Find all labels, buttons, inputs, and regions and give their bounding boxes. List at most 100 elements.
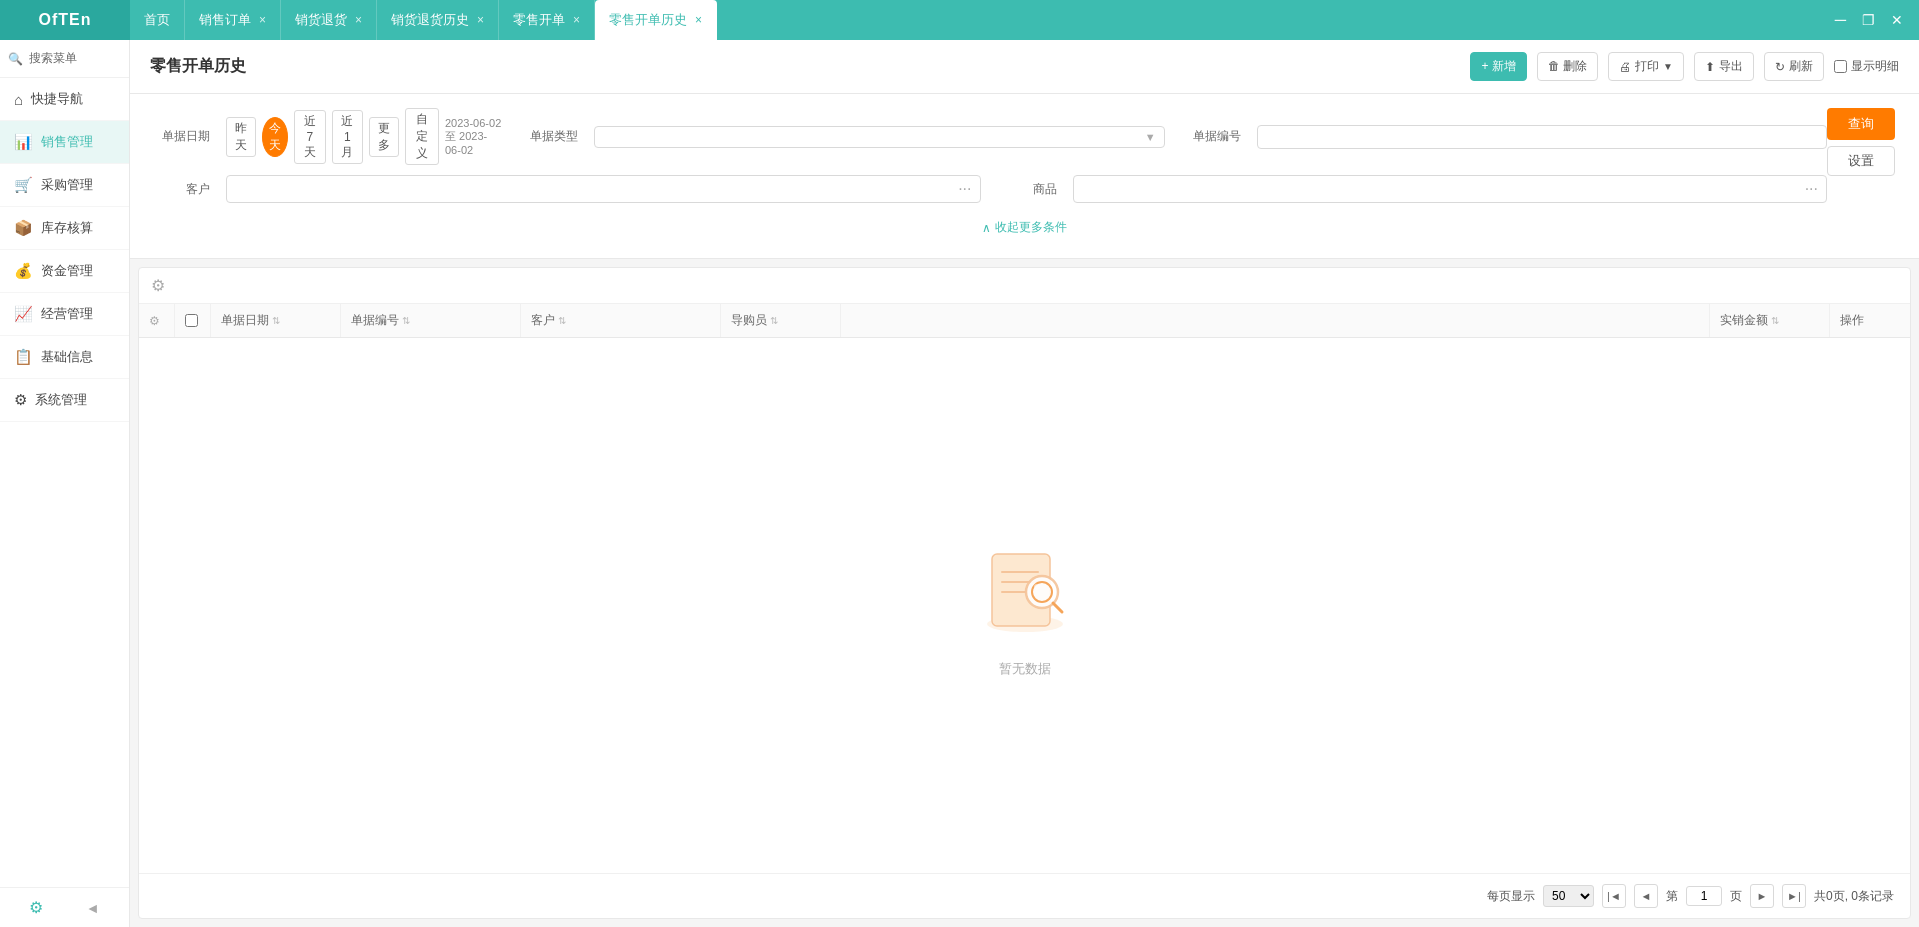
doc-type-select[interactable]: ▼ xyxy=(594,126,1164,148)
query-actions: 查询 设置 xyxy=(1827,108,1899,176)
sidebar-icon-quick-nav: ⌂ xyxy=(14,91,23,108)
col-label-actions: 操作 xyxy=(1840,312,1864,329)
delete-button[interactable]: 🗑 删除 xyxy=(1537,52,1598,81)
sidebar-item-operation[interactable]: 📈经营管理 xyxy=(0,293,129,336)
prev-page-btn[interactable]: ◄ xyxy=(1634,884,1658,908)
sidebar-bottom: ⚙ ◄ xyxy=(0,887,129,927)
tab-sales-return-history[interactable]: 销货退货历史× xyxy=(377,0,499,40)
sidebar-item-inventory[interactable]: 📦库存核算 xyxy=(0,207,129,250)
top-bar: OfTEn 首页销售订单×销货退货×销货退货历史×零售开单×零售开单历史× ─ … xyxy=(0,0,1919,40)
th-date[interactable]: 单据日期⇅ xyxy=(211,304,341,337)
tab-close-sales-return-history[interactable]: × xyxy=(477,13,484,27)
sidebar-item-basic-info[interactable]: 📋基础信息 xyxy=(0,336,129,379)
sort-icon-guide[interactable]: ⇅ xyxy=(770,315,778,326)
tab-close-retail-open-history[interactable]: × xyxy=(695,13,702,27)
sidebar-icon-finance: 💰 xyxy=(14,262,33,280)
col-label-customer: 客户 xyxy=(531,312,555,329)
next-page-btn[interactable]: ► xyxy=(1750,884,1774,908)
date-today-btn[interactable]: 今天 xyxy=(262,117,288,157)
tab-close-retail-open[interactable]: × xyxy=(573,13,580,27)
sort-icon-date[interactable]: ⇅ xyxy=(272,315,280,326)
tab-close-sales-return[interactable]: × xyxy=(355,13,362,27)
customer-dots[interactable]: ··· xyxy=(958,180,971,198)
collapse-sidebar-icon[interactable]: ◄ xyxy=(86,900,100,916)
setting-button[interactable]: 设置 xyxy=(1827,146,1895,176)
date-custom-btn[interactable]: 自定义 xyxy=(405,108,439,165)
date-yesterday-btn[interactable]: 昨天 xyxy=(226,117,256,157)
sort-icon-customer[interactable]: ⇅ xyxy=(558,315,566,326)
sidebar-item-sales-mgmt[interactable]: 📊销售管理 xyxy=(0,121,129,164)
th-no[interactable]: 单据编号⇅ xyxy=(341,304,521,337)
per-page-select[interactable]: 50 100 200 xyxy=(1543,885,1594,907)
tabs-container: 首页销售订单×销货退货×销货退货历史×零售开单×零售开单历史× xyxy=(130,0,717,40)
minimize-icon[interactable]: ─ xyxy=(1835,11,1846,29)
empty-illustration xyxy=(970,534,1080,644)
print-button[interactable]: 🖨 打印 ▼ xyxy=(1608,52,1684,81)
collapse-icon: ∧ xyxy=(982,221,991,235)
page-number-input[interactable] xyxy=(1686,886,1722,906)
last-page-btn[interactable]: ►| xyxy=(1782,884,1806,908)
query-button[interactable]: 查询 xyxy=(1827,108,1895,140)
sort-icon-no[interactable]: ⇅ xyxy=(402,315,410,326)
tab-close-sales-order[interactable]: × xyxy=(259,13,266,27)
th-spacer xyxy=(841,304,1710,337)
tab-sales-return[interactable]: 销货退货× xyxy=(281,0,377,40)
sidebar-search[interactable]: 🔍 搜索菜单 xyxy=(0,40,129,78)
goods-label: 商品 xyxy=(997,181,1057,198)
sidebar-label-quick-nav: 快捷导航 xyxy=(31,90,83,108)
page-header: 零售开单历史 + 新增 🗑 删除 🖨 打印 ▼ ⬆ 导出 ↻ 刷新 xyxy=(130,40,1919,94)
display-detail-checkbox[interactable] xyxy=(1834,60,1847,73)
display-detail-label: 显示明细 xyxy=(1851,58,1899,75)
sidebar-item-system[interactable]: ⚙系统管理 xyxy=(0,379,129,422)
tab-label: 销售订单 xyxy=(199,11,251,29)
sidebar-item-purchase-mgmt[interactable]: 🛒采购管理 xyxy=(0,164,129,207)
sidebar-item-finance[interactable]: 💰资金管理 xyxy=(0,250,129,293)
date-range-display: 2023-06-02 至 2023-06-02 xyxy=(445,117,502,156)
restore-icon[interactable]: ❐ xyxy=(1862,12,1875,28)
collapse-btn[interactable]: ∧ 收起更多条件 xyxy=(972,215,1077,240)
settings-icon[interactable]: ⚙ xyxy=(29,898,43,917)
th-amount[interactable]: 实销金额⇅ xyxy=(1710,304,1830,337)
table-settings-icon[interactable]: ⚙ xyxy=(151,276,165,295)
logo-text: OfTEn xyxy=(39,11,92,29)
date-1month-btn[interactable]: 近1月 xyxy=(332,110,364,164)
sidebar-item-quick-nav[interactable]: ⌂ 快捷导航 xyxy=(0,78,129,121)
sidebar-icon-inventory: 📦 xyxy=(14,219,33,237)
customer-label: 客户 xyxy=(150,181,210,198)
total-label: 共0页, 0条记录 xyxy=(1814,888,1894,905)
sort-icon-amount[interactable]: ⇅ xyxy=(1771,315,1779,326)
per-page-label: 每页显示 xyxy=(1487,888,1535,905)
goods-select[interactable]: ··· xyxy=(1073,175,1828,203)
collapse-label: 收起更多条件 xyxy=(995,219,1067,236)
select-all-checkbox[interactable] xyxy=(185,314,198,327)
close-icon[interactable]: ✕ xyxy=(1891,12,1903,28)
display-detail-checkbox-label[interactable]: 显示明细 xyxy=(1834,58,1899,75)
add-button[interactable]: + 新增 xyxy=(1470,52,1526,81)
tab-home[interactable]: 首页 xyxy=(130,0,185,40)
refresh-button[interactable]: ↻ 刷新 xyxy=(1764,52,1824,81)
sidebar-label-system: 系统管理 xyxy=(35,391,87,409)
th-customer[interactable]: 客户⇅ xyxy=(521,304,721,337)
tab-sales-order[interactable]: 销售订单 × xyxy=(185,0,281,40)
customer-select[interactable]: ··· xyxy=(226,175,981,203)
th-guide[interactable]: 导购员⇅ xyxy=(721,304,841,337)
tab-retail-open[interactable]: 零售开单× xyxy=(499,0,595,40)
export-button[interactable]: ⬆ 导出 xyxy=(1694,52,1754,81)
col-label-amount: 实销金额 xyxy=(1720,312,1768,329)
doc-no-input[interactable] xyxy=(1257,125,1827,149)
first-page-btn[interactable]: |◄ xyxy=(1602,884,1626,908)
th-actions: 操作 xyxy=(1830,304,1910,337)
sidebar-icon-sales-mgmt: 📊 xyxy=(14,133,33,151)
goods-dots[interactable]: ··· xyxy=(1805,180,1818,198)
toolbar-actions: + 新增 🗑 删除 🖨 打印 ▼ ⬆ 导出 ↻ 刷新 显示明细 xyxy=(1470,52,1899,81)
window-controls: ─ ❐ ✕ xyxy=(1835,11,1903,29)
di-label: 第 xyxy=(1666,888,1678,905)
page-label: 页 xyxy=(1730,888,1742,905)
sidebar-icon-basic-info: 📋 xyxy=(14,348,33,366)
tab-retail-open-history[interactable]: 零售开单历史× xyxy=(595,0,717,40)
table-header: ⚙单据日期⇅单据编号⇅客户⇅导购员⇅实销金额⇅操作 xyxy=(139,304,1910,338)
date-more-btn[interactable]: 更多 xyxy=(369,117,399,157)
date-7days-btn[interactable]: 近7天 xyxy=(294,110,326,164)
col-settings-icon[interactable]: ⚙ xyxy=(149,314,160,328)
doc-type-dropdown-icon: ▼ xyxy=(1145,131,1156,143)
